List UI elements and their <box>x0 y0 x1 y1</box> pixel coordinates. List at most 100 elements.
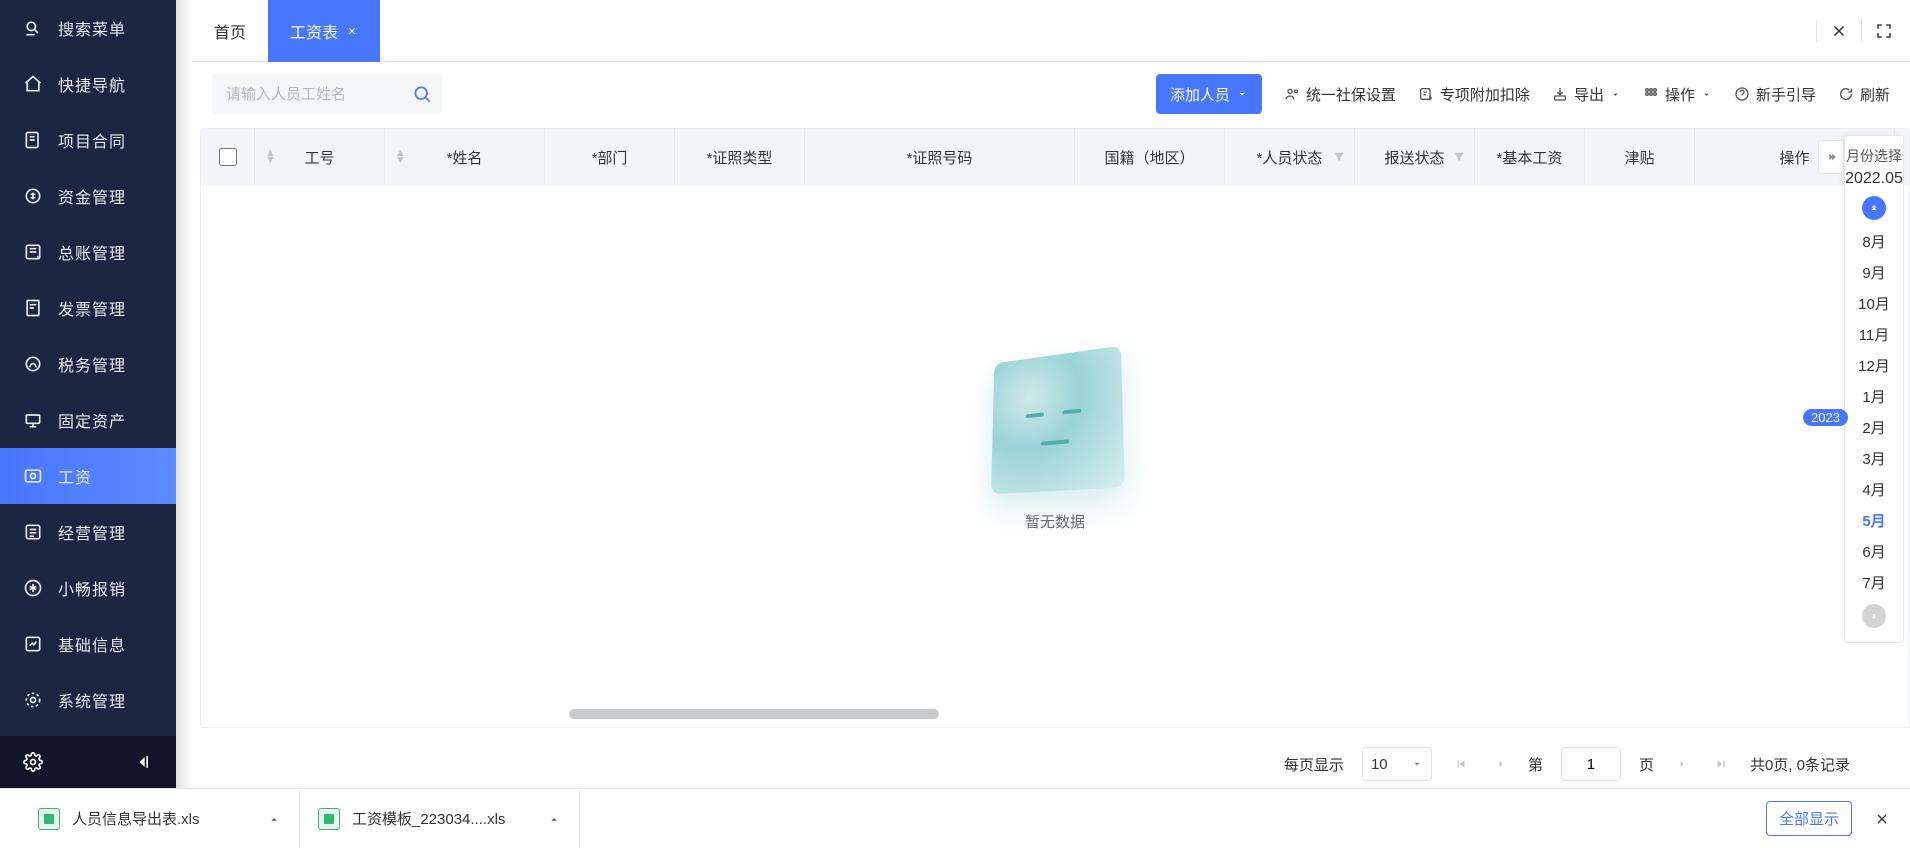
sidebar-item-4[interactable]: 总账管理 <box>0 224 176 280</box>
toolbar-link-1[interactable]: 专项附加扣除 <box>1418 84 1530 105</box>
collapse-sidebar-icon[interactable] <box>132 751 154 773</box>
asset-icon <box>22 409 44 431</box>
select-all-checkbox[interactable] <box>219 148 237 166</box>
toolbar-link-3[interactable]: 操作 <box>1643 84 1712 105</box>
tabs-bar: 首页工资表 <box>192 0 1910 62</box>
refresh-icon <box>1838 86 1854 102</box>
toolbar-link-label: 专项附加扣除 <box>1440 84 1530 105</box>
month-item-0[interactable]: 8月 <box>1858 226 1890 257</box>
year-badge: 2023 <box>1803 409 1848 426</box>
xls-icon <box>318 808 340 830</box>
month-item-7[interactable]: 3月 <box>1858 443 1890 474</box>
divider <box>1816 20 1817 42</box>
sub-col-1: 津贴 <box>1585 129 1694 185</box>
column-1[interactable]: ▲▼工号 <box>255 129 385 185</box>
toolbar-link-0[interactable]: 统一社保设置 <box>1284 84 1396 105</box>
toolbar-link-2[interactable]: 导出 <box>1552 84 1621 105</box>
sidebar-label: 税务管理 <box>58 352 126 376</box>
next-page-icon[interactable] <box>1672 754 1692 774</box>
sidebar-item-11[interactable]: 基础信息 <box>0 616 176 672</box>
month-item-8[interactable]: 4月 <box>1858 474 1890 505</box>
chevron-up-icon[interactable] <box>267 812 281 826</box>
filter-icon[interactable] <box>1452 150 1466 164</box>
sidebar-item-5[interactable]: 发票管理 <box>0 280 176 336</box>
settings-icon[interactable] <box>22 751 44 773</box>
downloads-bar: 人员信息导出表.xls 工资模板_223034....xls 全部显示 <box>0 788 1910 848</box>
column-8[interactable]: 报送状态 <box>1355 129 1475 185</box>
toolbar-link-label: 操作 <box>1665 84 1695 105</box>
prev-page-icon[interactable] <box>1490 754 1510 774</box>
empty-icon <box>991 345 1125 494</box>
month-current: 2022.05 <box>1845 168 1903 190</box>
first-page-icon[interactable] <box>1450 753 1472 775</box>
search-input[interactable] <box>212 74 442 114</box>
month-item-1[interactable]: 9月 <box>1858 257 1890 288</box>
sidebar-label: 经营管理 <box>58 520 126 544</box>
toolbar-link-5[interactable]: 刷新 <box>1838 84 1890 105</box>
chevron-up-icon[interactable] <box>547 812 561 826</box>
column-label: 国籍（地区） <box>1104 147 1194 168</box>
tab-close-icon[interactable] <box>346 25 358 37</box>
page-summary: 共0页, 0条记录 <box>1750 754 1850 775</box>
sidebar-item-1[interactable]: 快捷导航 <box>0 56 176 112</box>
horizontal-scrollbar[interactable] <box>569 709 939 719</box>
fullscreen-icon[interactable] <box>1866 13 1902 49</box>
sidebar-item-10[interactable]: 小畅报销 <box>0 560 176 616</box>
download-name: 人员信息导出表.xls <box>72 808 255 829</box>
sidebar-item-0[interactable]: 搜索菜单 <box>0 0 176 56</box>
sidebar-item-7[interactable]: 固定资产 <box>0 392 176 448</box>
expense-icon <box>22 577 44 599</box>
tab-0[interactable]: 首页 <box>192 0 268 62</box>
sub-col-0: *基本工资 <box>1475 129 1585 185</box>
toolbar-link-label: 新手引导 <box>1756 84 1816 105</box>
sidebar-label: 系统管理 <box>58 688 126 712</box>
sidebar-item-6[interactable]: 税务管理 <box>0 336 176 392</box>
sidebar-item-12[interactable]: 系统管理 <box>0 672 176 728</box>
add-person-button[interactable]: 添加人员 <box>1156 74 1262 114</box>
month-item-4[interactable]: 12月 <box>1858 350 1890 381</box>
month-scroll-up-icon[interactable] <box>1862 196 1886 220</box>
close-downloads-icon[interactable] <box>1874 811 1890 827</box>
download-item-0[interactable]: 人员信息导出表.xls <box>20 790 300 848</box>
sidebar-item-9[interactable]: 经营管理 <box>0 504 176 560</box>
column-3: *部门 <box>545 129 675 185</box>
column-2[interactable]: ▲▼*姓名 <box>385 129 545 185</box>
column-7[interactable]: *人员状态 <box>1225 129 1355 185</box>
download-item-1[interactable]: 工资模板_223034....xls <box>300 790 580 848</box>
export-icon <box>1552 86 1568 102</box>
invoice-icon <box>22 297 44 319</box>
month-scroll-down-icon[interactable] <box>1862 604 1886 628</box>
sidebar-item-3[interactable]: 资金管理 <box>0 168 176 224</box>
list-arrow-icon <box>1418 86 1434 102</box>
add-person-label: 添加人员 <box>1170 84 1230 105</box>
last-page-icon[interactable] <box>1710 753 1732 775</box>
month-item-9[interactable]: 5月 <box>1858 505 1890 536</box>
close-tab-icon[interactable] <box>1821 13 1857 49</box>
sidebar-label: 快捷导航 <box>58 72 126 96</box>
toolbar-link-label: 统一社保设置 <box>1306 84 1396 105</box>
month-item-2[interactable]: 10月 <box>1858 288 1890 319</box>
tab-label: 首页 <box>214 19 246 43</box>
tab-1[interactable]: 工资表 <box>268 0 380 62</box>
month-item-6[interactable]: 2月 <box>1858 412 1890 443</box>
page-input[interactable] <box>1561 747 1621 781</box>
show-all-downloads[interactable]: 全部显示 <box>1766 801 1852 836</box>
column-label: *证照号码 <box>907 147 973 168</box>
month-item-3[interactable]: 11月 <box>1858 319 1890 350</box>
column-0[interactable] <box>201 129 255 185</box>
month-item-10[interactable]: 6月 <box>1858 536 1890 567</box>
sort-icon[interactable]: ▲▼ <box>395 150 406 164</box>
column-label: *部门 <box>592 147 628 168</box>
month-item-11[interactable]: 7月 <box>1858 567 1890 598</box>
collapse-month-panel-icon[interactable] <box>1818 140 1844 174</box>
sidebar-item-8[interactable]: 工资 <box>0 448 176 504</box>
search-icon[interactable] <box>412 84 432 104</box>
toolbar-link-4[interactable]: 新手引导 <box>1734 84 1816 105</box>
ledger-icon <box>22 241 44 263</box>
page-size-select[interactable]: 10 <box>1362 747 1432 781</box>
sidebar-item-2[interactable]: 项目合同 <box>0 112 176 168</box>
filter-icon[interactable] <box>1332 150 1346 164</box>
month-item-5[interactable]: 1月 <box>1858 381 1890 412</box>
page-prefix: 第 <box>1528 754 1543 775</box>
sort-icon[interactable]: ▲▼ <box>265 150 276 164</box>
